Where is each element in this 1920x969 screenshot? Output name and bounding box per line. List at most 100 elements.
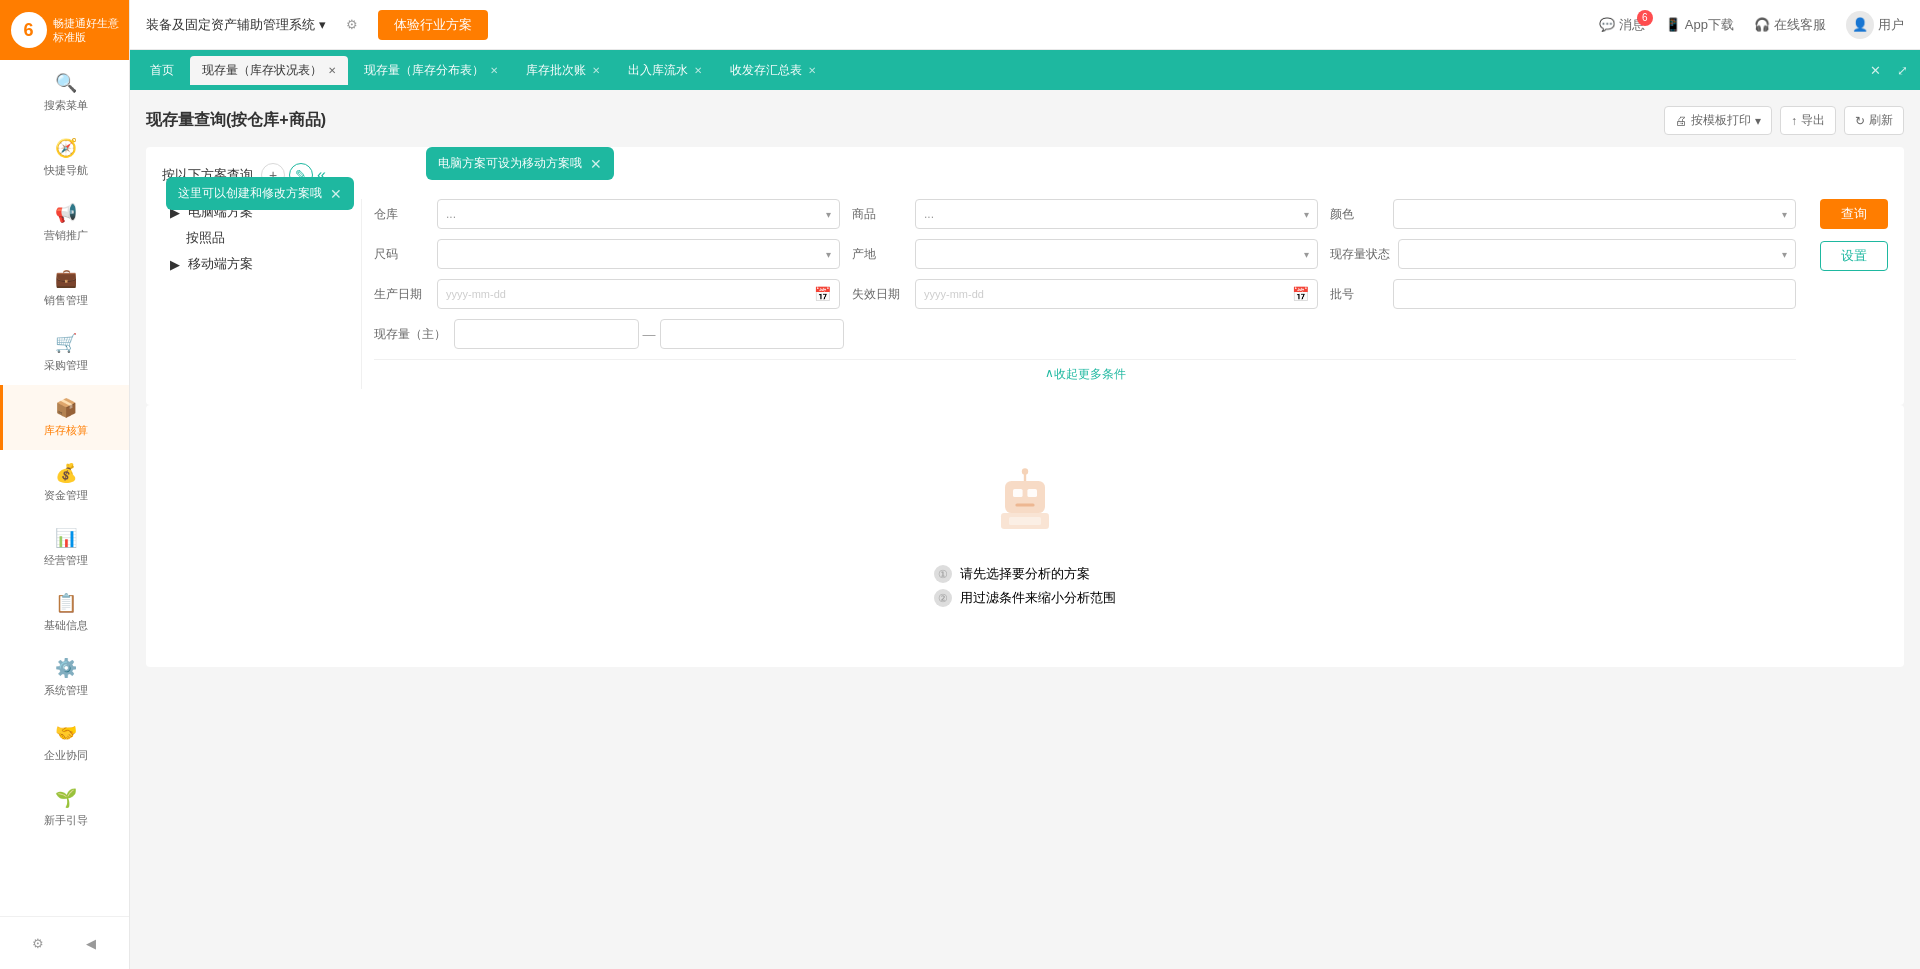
page-content: 现存量查询(按仓库+商品) 🖨 按模板打印 ▾ ↑ 导出 ↻ 刷新 <box>130 90 1920 969</box>
export-icon: ↑ <box>1791 114 1797 128</box>
query-button[interactable]: 查询 <box>1820 199 1888 229</box>
sidebar-settings-button[interactable]: ⚙ <box>24 929 52 957</box>
sidebar-item-search[interactable]: 🔍 搜索菜单 <box>0 60 129 125</box>
app-download-button[interactable]: 📱 App下载 <box>1665 16 1734 34</box>
exp-date-placeholder: yyyy-mm-dd <box>924 288 984 300</box>
logo-text: 畅捷通好生意 标准版 <box>53 16 119 45</box>
tooltip2-close-button[interactable]: ✕ <box>330 186 342 202</box>
filter-item-goods: 商品 ... ▾ <box>852 199 1318 229</box>
svg-rect-5 <box>1009 517 1041 525</box>
goods-label: 商品 <box>852 206 907 223</box>
scheme-pc-sub[interactable]: 按照品 <box>162 225 349 251</box>
size-select[interactable]: ▾ <box>437 239 840 269</box>
more-conditions-toggle[interactable]: ∧ 收起更多条件 <box>374 359 1796 389</box>
tab-in-out-label: 出入库流水 <box>628 62 688 79</box>
tab-in-out-close[interactable]: ✕ <box>694 65 702 76</box>
tab-inventory-status-close[interactable]: ✕ <box>328 65 336 76</box>
tip-num-2: ② <box>934 589 952 607</box>
sidebar-item-enterprise[interactable]: 🤝 企业协同 <box>0 710 129 775</box>
range-dash: — <box>643 327 656 342</box>
tab-home-label: 首页 <box>150 62 174 79</box>
sidebar-item-label: 企业协同 <box>44 748 88 763</box>
prod-date-input[interactable]: yyyy-mm-dd 📅 <box>437 279 840 309</box>
color-select[interactable]: ▾ <box>1393 199 1796 229</box>
refresh-button[interactable]: ↻ 刷新 <box>1844 106 1904 135</box>
stock-qty-label: 现存量（主） <box>374 326 446 343</box>
svg-rect-1 <box>1013 489 1023 497</box>
sidebar-item-newbie[interactable]: 🌱 新手引导 <box>0 775 129 840</box>
box-icon: 📦 <box>55 397 77 419</box>
filter-row-1: 仓库 ... ▾ 商品 ... ▾ <box>374 199 1796 229</box>
tooltip1-close-button[interactable]: ✕ <box>590 156 602 172</box>
exp-date-input[interactable]: yyyy-mm-dd 📅 <box>915 279 1318 309</box>
query-actions: 查询 设置 <box>1820 199 1888 271</box>
user-label: 用户 <box>1878 16 1904 34</box>
tab-bar: 首页 现存量（库存状况表） ✕ 现存量（库存分布表） ✕ 库存批次账 ✕ 出入库… <box>130 50 1920 90</box>
industry-button[interactable]: 体验行业方案 <box>378 10 488 40</box>
tab-inventory-status[interactable]: 现存量（库存状况表） ✕ <box>190 56 348 85</box>
header-right: 💬 6 消息 📱 App下载 🎧 在线客服 👤 用户 <box>1599 11 1904 39</box>
sidebar-item-purchase[interactable]: 🛒 采购管理 <box>0 320 129 385</box>
megaphone-icon: 📢 <box>55 202 77 224</box>
empty-tips: ① 请先选择要分析的方案 ② 用过滤条件来缩小分析范围 <box>934 565 1116 607</box>
reset-button[interactable]: 设置 <box>1820 241 1888 271</box>
empty-tip-2: ② 用过滤条件来缩小分析范围 <box>934 589 1116 607</box>
chevron-icon: ▾ <box>1782 209 1787 220</box>
batch-input[interactable] <box>1393 279 1796 309</box>
print-label: 按模板打印 <box>1691 112 1751 129</box>
tab-in-out[interactable]: 出入库流水 ✕ <box>616 56 714 85</box>
sidebar-collapse-button[interactable]: ◀ <box>77 929 105 957</box>
gear-icon: ⚙️ <box>55 657 77 679</box>
warehouse-select[interactable]: ... ▾ <box>437 199 840 229</box>
handshake-icon: 🤝 <box>55 722 77 744</box>
stock-qty-max-input[interactable] <box>660 319 845 349</box>
sidebar-item-system[interactable]: ⚙️ 系统管理 <box>0 645 129 710</box>
origin-select[interactable]: ▾ <box>915 239 1318 269</box>
sidebar-item-basic[interactable]: 📋 基础信息 <box>0 580 129 645</box>
online-support-label: 在线客服 <box>1774 16 1826 34</box>
maximize-button[interactable]: ⤢ <box>1893 59 1912 82</box>
page-actions: 🖨 按模板打印 ▾ ↑ 导出 ↻ 刷新 <box>1664 106 1904 135</box>
tab-bar-actions: ✕ ⤢ <box>1866 59 1912 82</box>
sidebar: 6 畅捷通好生意 标准版 🔍 搜索菜单 🧭 快捷导航 📢 营销推广 💼 销售管理… <box>0 0 130 969</box>
sidebar-item-finance[interactable]: 💰 资金管理 <box>0 450 129 515</box>
empty-state: ① 请先选择要分析的方案 ② 用过滤条件来缩小分析范围 <box>146 405 1904 667</box>
goods-select[interactable]: ... ▾ <box>915 199 1318 229</box>
tooltip-edit-scheme: 这里可以创建和修改方案哦 ✕ <box>166 177 354 210</box>
filter-item-exp-date: 失效日期 yyyy-mm-dd 📅 <box>852 279 1318 309</box>
header-settings-button[interactable]: ⚙ <box>338 11 366 39</box>
tab-collect-summary[interactable]: 收发存汇总表 ✕ <box>718 56 828 85</box>
filter-item-origin: 产地 ▾ <box>852 239 1318 269</box>
sidebar-item-label: 经营管理 <box>44 553 88 568</box>
user-menu[interactable]: 👤 用户 <box>1846 11 1904 39</box>
stock-qty-min-input[interactable] <box>454 319 639 349</box>
print-button[interactable]: 🖨 按模板打印 ▾ <box>1664 106 1772 135</box>
tip-text-1: 请先选择要分析的方案 <box>960 565 1090 583</box>
page-header: 现存量查询(按仓库+商品) 🖨 按模板打印 ▾ ↑ 导出 ↻ 刷新 <box>146 106 1904 135</box>
stock-status-select[interactable]: ▾ <box>1398 239 1796 269</box>
svg-rect-2 <box>1027 489 1037 497</box>
tab-collect-summary-close[interactable]: ✕ <box>808 65 816 76</box>
sidebar-item-operation[interactable]: 📊 经营管理 <box>0 515 129 580</box>
system-name-dropdown[interactable]: 装备及固定资产辅助管理系统 ▾ <box>146 16 326 34</box>
export-button[interactable]: ↑ 导出 <box>1780 106 1836 135</box>
chevron-down-icon: ▾ <box>319 17 326 32</box>
close-all-tabs-button[interactable]: ✕ <box>1866 59 1885 82</box>
tab-batch-ledger-close[interactable]: ✕ <box>592 65 600 76</box>
user-avatar: 👤 <box>1846 11 1874 39</box>
sidebar-item-inventory[interactable]: 📦 库存核算 <box>0 385 129 450</box>
size-label: 尺码 <box>374 246 429 263</box>
sidebar-item-quick[interactable]: 🧭 快捷导航 <box>0 125 129 190</box>
sidebar-item-marketing[interactable]: 📢 营销推广 <box>0 190 129 255</box>
tab-home[interactable]: 首页 <box>138 56 186 85</box>
sidebar-item-sales[interactable]: 💼 销售管理 <box>0 255 129 320</box>
tab-inventory-dist[interactable]: 现存量（库存分布表） ✕ <box>352 56 510 85</box>
scheme-mobile[interactable]: ▶ 移动端方案 <box>162 251 349 277</box>
online-support-button[interactable]: 🎧 在线客服 <box>1754 16 1826 34</box>
settings-bottom-icon: ⚙ <box>32 936 44 951</box>
export-label: 导出 <box>1801 112 1825 129</box>
tab-inventory-dist-close[interactable]: ✕ <box>490 65 498 76</box>
notification-button[interactable]: 💬 6 消息 <box>1599 16 1645 34</box>
tab-batch-ledger[interactable]: 库存批次账 ✕ <box>514 56 612 85</box>
prod-date-label: 生产日期 <box>374 286 429 303</box>
